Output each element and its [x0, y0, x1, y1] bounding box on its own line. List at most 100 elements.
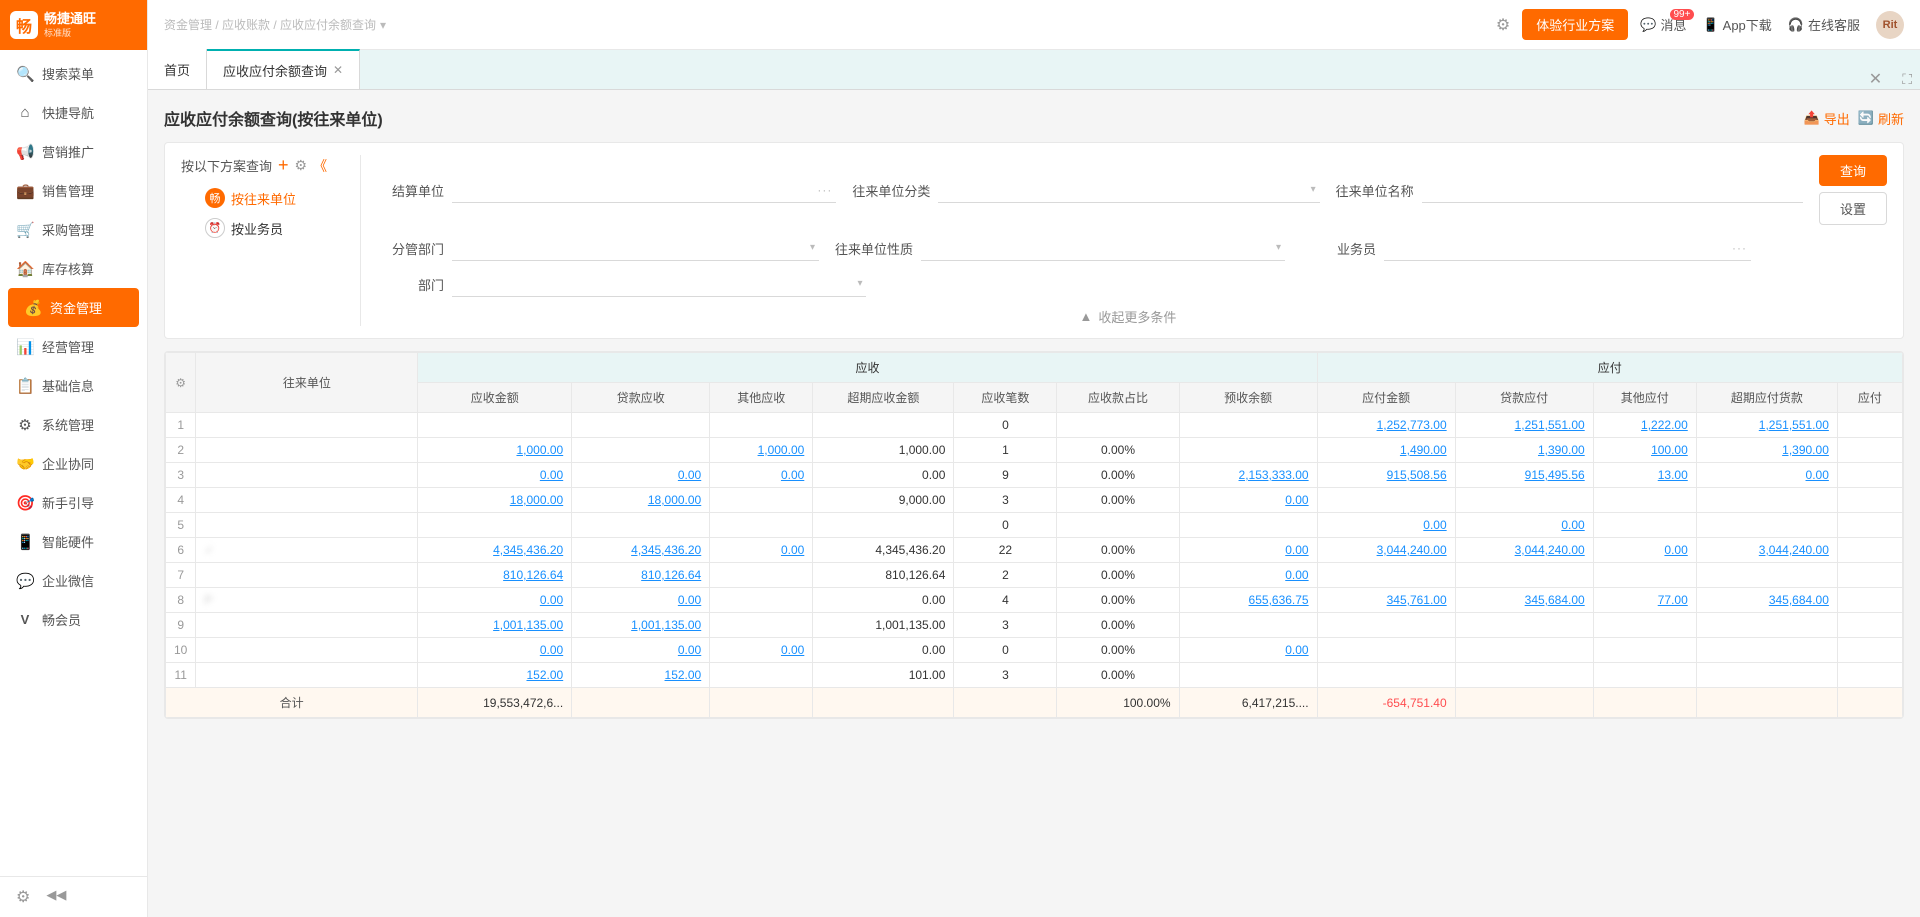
sidebar-item-system[interactable]: ⚙ 系统管理 — [0, 405, 147, 444]
table-cell[interactable]: 1,000.00 — [418, 438, 572, 463]
table-cell[interactable] — [572, 513, 710, 538]
cell-link[interactable]: 77.00 — [1658, 593, 1688, 607]
sidebar-item-wechat[interactable]: 💬 企业微信 — [0, 561, 147, 600]
cell-link[interactable]: 18,000.00 — [648, 493, 701, 507]
collapse-bar[interactable]: ▲ 收起更多条件 — [369, 307, 1887, 326]
cell-link[interactable]: 1,001,135.00 — [493, 618, 563, 632]
cell-link[interactable]: 1,000.00 — [758, 443, 805, 457]
cell-link[interactable]: 1,390.00 — [1538, 443, 1585, 457]
cell-link[interactable]: 0.00 — [1423, 518, 1446, 532]
table-cell[interactable]: 0.00 — [1179, 488, 1317, 513]
table-cell[interactable]: 0.00 — [710, 463, 813, 488]
cell-link[interactable]: 0.00 — [1285, 493, 1308, 507]
table-cell[interactable] — [1593, 563, 1696, 588]
table-cell[interactable]: 0.00 — [1593, 538, 1696, 563]
table-cell[interactable] — [710, 513, 813, 538]
table-cell[interactable] — [1837, 663, 1902, 688]
table-cell[interactable] — [710, 563, 813, 588]
table-cell[interactable] — [1696, 638, 1837, 663]
cell-link[interactable]: 2,153,333.00 — [1239, 468, 1309, 482]
cell-link[interactable]: 345,761.00 — [1387, 593, 1447, 607]
table-cell[interactable]: 1,490.00 — [1317, 438, 1455, 463]
table-scroll[interactable]: ⚙ 往来单位 应收 应付 应收金额 贷款应收 其他应收 超期应收金额 应收笔数 — [165, 352, 1903, 718]
table-cell[interactable] — [1455, 563, 1593, 588]
table-cell[interactable]: 3,044,240.00 — [1696, 538, 1837, 563]
table-cell[interactable] — [1696, 613, 1837, 638]
sidebar-item-collab[interactable]: 🤝 企业协同 — [0, 444, 147, 483]
tab-close-icon[interactable]: ✕ — [333, 63, 343, 77]
table-cell[interactable] — [1317, 563, 1455, 588]
table-cell[interactable]: 13.00 — [1593, 463, 1696, 488]
table-cell[interactable] — [1317, 663, 1455, 688]
table-cell[interactable]: 0.00 — [710, 538, 813, 563]
ctrl-dept[interactable]: ▾ — [452, 271, 866, 297]
table-cell[interactable] — [1837, 513, 1902, 538]
table-cell[interactable] — [1837, 588, 1902, 613]
cell-link[interactable]: 152.00 — [665, 668, 702, 682]
cell-link[interactable]: 1,251,551.00 — [1515, 418, 1585, 432]
tab-query[interactable]: 应收应付余额查询 ✕ — [207, 49, 360, 89]
table-cell[interactable] — [1837, 538, 1902, 563]
cell-link[interactable]: 0.00 — [1285, 543, 1308, 557]
table-cell[interactable] — [1696, 488, 1837, 513]
cell-link[interactable]: 0.00 — [540, 468, 563, 482]
cell-link[interactable]: 0.00 — [1664, 543, 1687, 557]
ctrl-dept-manager[interactable]: ▾ — [452, 235, 819, 261]
sidebar-item-member[interactable]: V 畅会员 — [0, 600, 147, 639]
table-cell[interactable] — [1179, 663, 1317, 688]
table-cell[interactable] — [1593, 663, 1696, 688]
table-cell[interactable]: 810,126.64 — [418, 563, 572, 588]
table-cell[interactable]: 152.00 — [572, 663, 710, 688]
table-cell[interactable] — [572, 438, 710, 463]
table-cell[interactable]: 1,251,551.00 — [1696, 413, 1837, 438]
table-cell[interactable]: 810,126.64 — [572, 563, 710, 588]
solution-button[interactable]: 体验行业方案 — [1522, 9, 1628, 40]
table-cell[interactable] — [1593, 488, 1696, 513]
table-cell[interactable] — [1455, 638, 1593, 663]
table-cell[interactable] — [1317, 488, 1455, 513]
tab-close-window-icon[interactable]: ✕ — [1857, 69, 1894, 89]
tab-home[interactable]: 首页 — [148, 49, 207, 89]
table-cell[interactable] — [1179, 613, 1317, 638]
cell-link[interactable]: 1,000.00 — [516, 443, 563, 457]
cell-link[interactable]: 0.00 — [781, 643, 804, 657]
table-cell[interactable]: 4,345,436.20 — [572, 538, 710, 563]
table-cell[interactable] — [710, 488, 813, 513]
cell-link[interactable]: 0.00 — [1561, 518, 1584, 532]
sidebar-item-quick[interactable]: ⌂ 快捷导航 — [0, 93, 147, 132]
filter-settings-icon[interactable]: ⚙ — [295, 157, 308, 174]
tab-maximize-icon[interactable]: ⛶ — [1894, 71, 1920, 88]
sidebar-item-sales[interactable]: 💼 销售管理 — [0, 171, 147, 210]
table-cell[interactable] — [1837, 638, 1902, 663]
table-cell[interactable] — [572, 413, 710, 438]
cell-link[interactable]: 915,495.56 — [1525, 468, 1585, 482]
cell-link[interactable]: 3,044,240.00 — [1759, 543, 1829, 557]
table-cell[interactable]: 3,044,240.00 — [1317, 538, 1455, 563]
table-cell[interactable]: 2,153,333.00 — [1179, 463, 1317, 488]
table-cell[interactable] — [1455, 488, 1593, 513]
sidebar-item-search[interactable]: 🔍 搜索菜单 — [0, 54, 147, 93]
table-cell[interactable]: 345,761.00 — [1317, 588, 1455, 613]
table-cell[interactable] — [1837, 413, 1902, 438]
sidebar-item-purchase[interactable]: 🛒 采购管理 — [0, 210, 147, 249]
sidebar-item-guide[interactable]: 🎯 新手引导 — [0, 483, 147, 522]
ctrl-partner-category[interactable]: ▾ — [938, 177, 1319, 203]
table-cell[interactable]: 915,495.56 — [1455, 463, 1593, 488]
table-cell[interactable]: 0.00 — [1317, 513, 1455, 538]
cell-link[interactable]: 1,251,551.00 — [1759, 418, 1829, 432]
table-cell[interactable]: 0.00 — [572, 588, 710, 613]
table-cell[interactable]: 345,684.00 — [1696, 588, 1837, 613]
cell-link[interactable]: 345,684.00 — [1769, 593, 1829, 607]
table-cell[interactable] — [418, 413, 572, 438]
table-cell[interactable] — [1837, 438, 1902, 463]
table-cell[interactable]: 0.00 — [418, 463, 572, 488]
export-button[interactable]: 📤 导出 — [1804, 109, 1850, 128]
table-cell[interactable]: 655,636.75 — [1179, 588, 1317, 613]
table-cell[interactable]: 4,345,436.20 — [418, 538, 572, 563]
query-button[interactable]: 查询 — [1819, 155, 1887, 186]
table-cell[interactable]: 1,001,135.00 — [572, 613, 710, 638]
settlement-dots-icon[interactable]: ··· — [817, 183, 832, 197]
cell-link[interactable]: 0.00 — [678, 593, 701, 607]
breadcrumb-chevron-icon[interactable]: ▾ — [380, 18, 386, 32]
table-cell[interactable]: 77.00 — [1593, 588, 1696, 613]
